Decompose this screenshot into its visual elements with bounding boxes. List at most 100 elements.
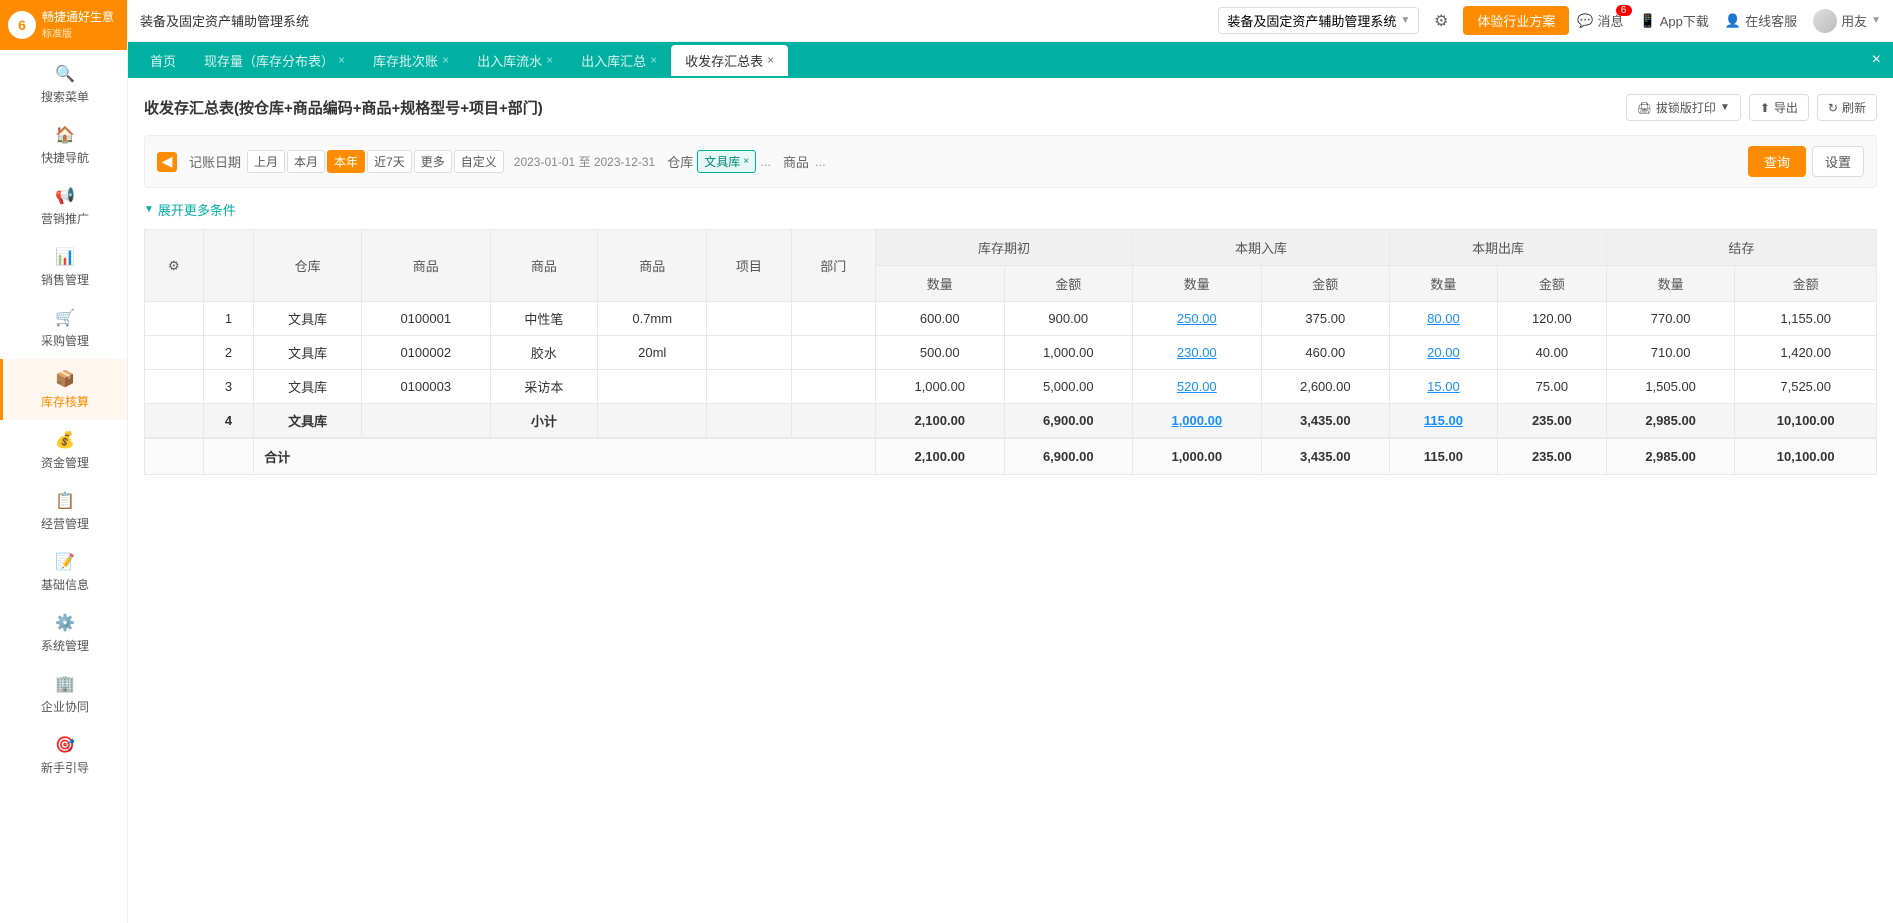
user-menu[interactable]: 用友 ▼ — [1813, 9, 1881, 33]
tab-recv-send-close-icon[interactable]: × — [767, 53, 774, 67]
filter-date-last-month[interactable]: 上月 — [247, 150, 285, 173]
query-button[interactable]: 查询 — [1748, 146, 1806, 177]
total-in-qty: 1,000.00 — [1133, 438, 1262, 475]
row3-settings — [145, 370, 204, 404]
row3-spec — [598, 370, 707, 404]
table-settings-icon[interactable]: ⚙ — [168, 258, 180, 273]
col-settings-header[interactable]: ⚙ — [145, 230, 204, 302]
sidebar-item-sales[interactable]: 📊 销售管理 — [0, 237, 127, 298]
subtotal-open-amt: 6,900.00 — [1004, 404, 1133, 439]
filter-expand-label[interactable]: 展开更多条件 — [158, 200, 236, 219]
sidebar-item-inventory[interactable]: 📦 库存核算 — [0, 359, 127, 420]
logo-badge: 标准版 — [42, 25, 114, 40]
total-close-amt: 10,100.00 — [1735, 438, 1877, 475]
total-close-qty: 2,985.00 — [1606, 438, 1735, 475]
sidebar-item-finance[interactable]: 💰 资金管理 — [0, 420, 127, 481]
row2-code: 0100002 — [361, 336, 490, 370]
filter-date-custom[interactable]: 自定义 — [454, 150, 504, 173]
inventory-icon: 📦 — [55, 369, 75, 389]
filter-toggle-button[interactable]: ◀ — [157, 152, 177, 172]
table-row: 3 文具库 0100003 采访本 1,000.00 5,000.00 520.… — [145, 370, 1877, 404]
row2-open-qty: 500.00 — [875, 336, 1004, 370]
total-open-amt: 6,900.00 — [1004, 438, 1133, 475]
avatar-image — [1813, 9, 1837, 33]
refresh-icon: ↻ — [1828, 101, 1838, 115]
row1-in-qty[interactable]: 250.00 — [1133, 302, 1262, 336]
subtotal-settings — [145, 404, 204, 439]
system-icon: ⚙️ — [55, 613, 75, 633]
sidebar-item-system[interactable]: ⚙️ 系统管理 — [0, 603, 127, 664]
col-in-amt-header: 金额 — [1261, 266, 1390, 302]
row3-warehouse: 文具库 — [254, 370, 362, 404]
subtotal-out-amt: 235.00 — [1497, 404, 1606, 439]
row3-close-qty: 1,505.00 — [1606, 370, 1735, 404]
filter-date-this-year[interactable]: 本年 — [327, 150, 365, 173]
row1-out-qty[interactable]: 80.00 — [1390, 302, 1498, 336]
row2-close-qty: 710.00 — [1606, 336, 1735, 370]
trial-button[interactable]: 体验行业方案 — [1463, 6, 1569, 35]
filter-goods-more[interactable]: ... — [815, 154, 826, 169]
total-out-qty: 115.00 — [1390, 438, 1498, 475]
sidebar-nav: 🔍 搜索菜单 🏠 快捷导航 📢 营销推广 📊 销售管理 🛒 采购管理 📦 库存核… — [0, 50, 127, 923]
sidebar-item-basic[interactable]: 📝 基础信息 — [0, 542, 127, 603]
page-header: 收发存汇总表(按仓库+商品编码+商品+规格型号+项目+部门) 🖨 拔锁版打印 ▼… — [144, 94, 1877, 121]
tab-inout-summary[interactable]: 出入库汇总 × — [567, 45, 671, 76]
tab-stock-dist-close-icon[interactable]: × — [338, 53, 345, 67]
total-row: 合计 2,100.00 6,900.00 1,000.00 3,435.00 1… — [145, 438, 1877, 475]
filter-date-this-month[interactable]: 本月 — [287, 150, 325, 173]
system-selector[interactable]: 装备及固定资产辅助管理系统 ▼ — [1218, 7, 1419, 34]
data-table: ⚙ 仓库 商品 商品 商品 项目 部门 库存期初 本期入库 本期出库 — [144, 229, 1877, 475]
row3-out-qty[interactable]: 15.00 — [1390, 370, 1498, 404]
subtotal-out-qty[interactable]: 115.00 — [1390, 404, 1498, 439]
col-closing-qty-header: 数量 — [1606, 266, 1735, 302]
settings-gear-icon[interactable]: ⚙ — [1427, 7, 1455, 35]
subtotal-dept — [791, 404, 875, 439]
topbar-right: 💬 消息 6 📱 App下载 👤 在线客服 用友 ▼ — [1577, 9, 1881, 33]
tab-inout-summary-close-icon[interactable]: × — [650, 53, 657, 67]
filter-warehouse-more[interactable]: ... — [760, 154, 771, 169]
sidebar-item-search[interactable]: 🔍 搜索菜单 — [0, 54, 127, 115]
tab-home[interactable]: 首页 — [136, 45, 190, 76]
filter-date-more[interactable]: 更多 — [414, 150, 452, 173]
sidebar-item-quicknav[interactable]: 🏠 快捷导航 — [0, 115, 127, 176]
sidebar-item-purchase[interactable]: 🛒 采购管理 — [0, 298, 127, 359]
tab-stock-dist-label: 现存量（库存分布表） — [204, 51, 334, 70]
tab-batch[interactable]: 库存批次账 × — [359, 45, 463, 76]
tabbar-close-icon[interactable]: × — [1868, 47, 1885, 73]
sidebar-item-label-quicknav: 快捷导航 — [41, 149, 89, 166]
subtotal-name: 小计 — [490, 404, 598, 439]
subtotal-warehouse: 文具库 — [254, 404, 362, 439]
row2-in-qty[interactable]: 230.00 — [1133, 336, 1262, 370]
filter-action-buttons: 查询 设置 — [1748, 146, 1864, 177]
filter-expand-row: ▼ 展开更多条件 — [144, 200, 1877, 219]
table-row: 2 文具库 0100002 胶水 20ml 500.00 1,000.00 23… — [145, 336, 1877, 370]
filter-settings-button[interactable]: 设置 — [1812, 146, 1864, 177]
print-button[interactable]: 🖨 拔锁版打印 ▼ — [1626, 94, 1741, 121]
col-warehouse-header: 仓库 — [254, 230, 362, 302]
tab-inout-flow[interactable]: 出入库流水 × — [463, 45, 567, 76]
row2-out-qty[interactable]: 20.00 — [1390, 336, 1498, 370]
sidebar-item-operations[interactable]: 📋 经营管理 — [0, 481, 127, 542]
message-button[interactable]: 💬 消息 6 — [1577, 11, 1623, 30]
tab-recv-send[interactable]: 收发存汇总表 × — [671, 45, 788, 76]
tab-stock-dist[interactable]: 现存量（库存分布表） × — [190, 45, 359, 76]
sidebar-item-enterprise[interactable]: 🏢 企业协同 — [0, 664, 127, 725]
col-out-qty-header: 数量 — [1390, 266, 1498, 302]
sales-icon: 📊 — [55, 247, 75, 267]
app-download-label: App下载 — [1660, 11, 1709, 30]
filter-warehouse-tag-close-icon[interactable]: × — [743, 156, 749, 167]
table-row: 1 文具库 0100001 中性笔 0.7mm 600.00 900.00 25… — [145, 302, 1877, 336]
sidebar-logo: 6 畅捷通好生意 标准版 — [0, 0, 127, 50]
tab-batch-close-icon[interactable]: × — [442, 53, 449, 67]
row2-dept — [791, 336, 875, 370]
export-button[interactable]: ⬆ 导出 — [1749, 94, 1809, 121]
filter-date-7days[interactable]: 近7天 — [367, 150, 412, 173]
sidebar-item-marketing[interactable]: 📢 营销推广 — [0, 176, 127, 237]
sidebar-item-newuser[interactable]: 🎯 新手引导 — [0, 725, 127, 786]
online-support-button[interactable]: 👤 在线客服 — [1725, 11, 1797, 30]
tab-inout-flow-close-icon[interactable]: × — [546, 53, 553, 67]
refresh-button[interactable]: ↻ 刷新 — [1817, 94, 1877, 121]
subtotal-in-qty[interactable]: 1,000.00 — [1133, 404, 1262, 439]
app-download-button[interactable]: 📱 App下载 — [1640, 11, 1709, 30]
row3-in-qty[interactable]: 520.00 — [1133, 370, 1262, 404]
